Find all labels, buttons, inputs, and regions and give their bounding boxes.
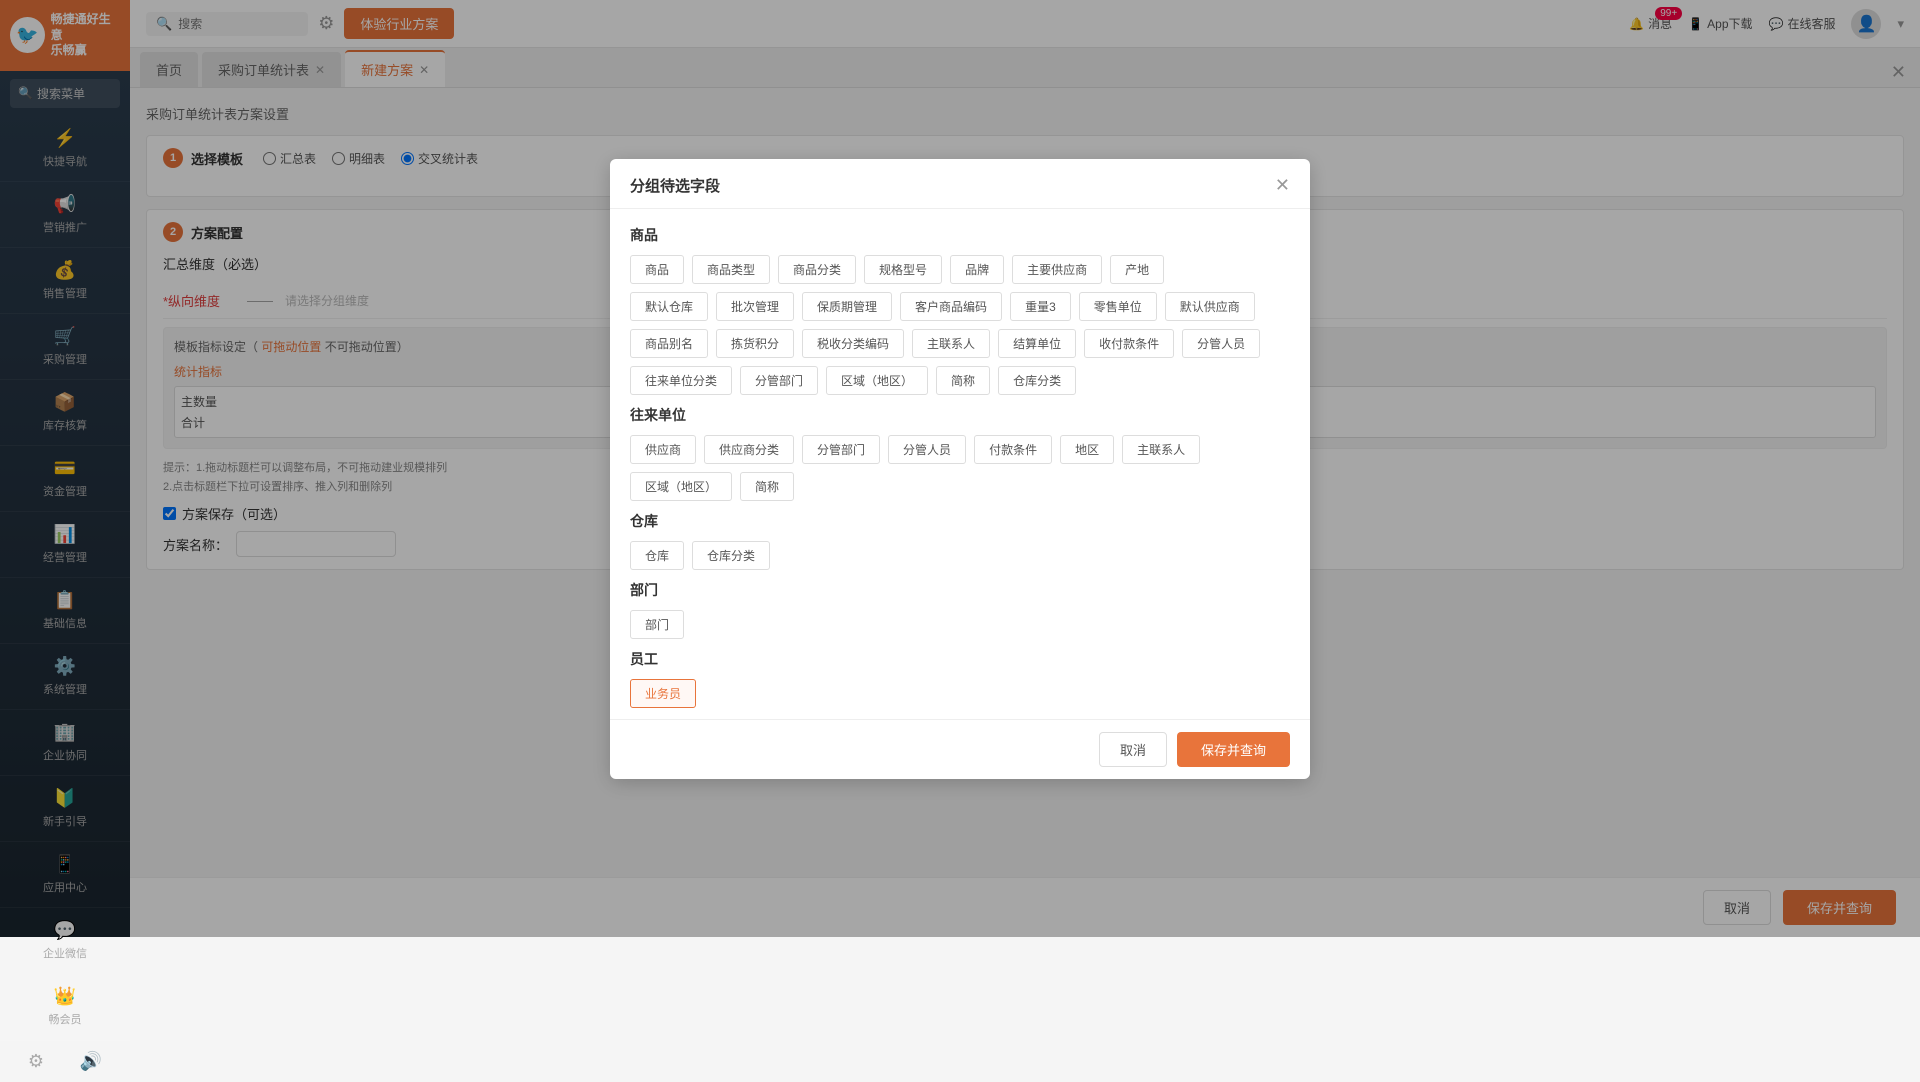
modal-dialog: 分组待选字段 ✕ 商品 商品 商品类型 商品分类 规格型号 品牌 主要供应商 产… — [610, 159, 1310, 779]
members-icon: 👑 — [54, 986, 76, 1007]
field-tag[interactable]: 仓库 — [630, 541, 684, 570]
field-tag[interactable]: 部门 — [630, 610, 684, 639]
field-tag[interactable]: 规格型号 — [864, 255, 942, 284]
field-tag[interactable]: 拣货积分 — [716, 329, 794, 358]
section-title-warehouse: 仓库 — [630, 511, 1290, 531]
field-tag[interactable]: 分管人员 — [1182, 329, 1260, 358]
field-tag[interactable]: 往来单位分类 — [630, 366, 732, 395]
field-tag[interactable]: 重量3 — [1010, 292, 1071, 321]
field-tags-product: 商品 商品类型 商品分类 规格型号 品牌 主要供应商 产地 — [630, 255, 1290, 284]
field-tag[interactable]: 供应商分类 — [704, 435, 794, 464]
footer-settings-icon[interactable]: ⚙ — [28, 1051, 44, 1072]
field-tag[interactable]: 零售单位 — [1079, 292, 1157, 321]
field-tag[interactable]: 商品类型 — [692, 255, 770, 284]
field-tag[interactable]: 商品分类 — [778, 255, 856, 284]
field-tag[interactable]: 商品别名 — [630, 329, 708, 358]
field-tag[interactable]: 分管部门 — [740, 366, 818, 395]
field-tag[interactable]: 仓库分类 — [998, 366, 1076, 395]
field-tags-warehouse: 仓库 仓库分类 — [630, 541, 1290, 570]
field-tags-product-2: 默认仓库 批次管理 保质期管理 客户商品编码 重量3 零售单位 默认供应商 — [630, 292, 1290, 321]
field-tag-selected[interactable]: 业务员 — [630, 679, 696, 708]
modal-confirm-button[interactable]: 保存并查询 — [1177, 732, 1290, 767]
field-tag[interactable]: 地区 — [1060, 435, 1114, 464]
field-tags-product-4: 往来单位分类 分管部门 区域（地区） 简称 仓库分类 — [630, 366, 1290, 395]
field-tag[interactable]: 收付款条件 — [1084, 329, 1174, 358]
modal-title: 分组待选字段 — [630, 175, 720, 196]
section-title-department: 部门 — [630, 580, 1290, 600]
modal-overlay: 分组待选字段 ✕ 商品 商品 商品类型 商品分类 规格型号 品牌 主要供应商 产… — [0, 0, 1920, 937]
field-tag[interactable]: 产地 — [1110, 255, 1164, 284]
section-title-counterpart: 往来单位 — [630, 405, 1290, 425]
field-tag[interactable]: 客户商品编码 — [900, 292, 1002, 321]
field-tag[interactable]: 分管部门 — [802, 435, 880, 464]
field-tag[interactable]: 简称 — [936, 366, 990, 395]
modal-cancel-button[interactable]: 取消 — [1099, 732, 1167, 767]
field-tag[interactable]: 保质期管理 — [802, 292, 892, 321]
sidebar-item-members[interactable]: 👑 畅会员 — [0, 974, 130, 1040]
section-title-product: 商品 — [630, 225, 1290, 245]
field-tags-counterpart: 供应商 供应商分类 分管部门 分管人员 付款条件 地区 主联系人 — [630, 435, 1290, 464]
modal-header: 分组待选字段 ✕ — [610, 159, 1310, 209]
section-title-employee: 员工 — [630, 649, 1290, 669]
field-tag[interactable]: 批次管理 — [716, 292, 794, 321]
modal-close-button[interactable]: ✕ — [1275, 176, 1290, 194]
field-tag[interactable]: 主联系人 — [912, 329, 990, 358]
field-tag[interactable]: 税收分类编码 — [802, 329, 904, 358]
sidebar-footer: ⚙ 🔊 — [0, 1040, 130, 1082]
field-tags-product-3: 商品别名 拣货积分 税收分类编码 主联系人 结算单位 收付款条件 分管人员 — [630, 329, 1290, 358]
field-tag[interactable]: 分管人员 — [888, 435, 966, 464]
field-tag[interactable]: 默认仓库 — [630, 292, 708, 321]
field-tag[interactable]: 商品 — [630, 255, 684, 284]
field-tag[interactable]: 主联系人 — [1122, 435, 1200, 464]
field-tag[interactable]: 付款条件 — [974, 435, 1052, 464]
modal-footer: 取消 保存并查询 — [610, 719, 1310, 779]
field-tag[interactable]: 主要供应商 — [1012, 255, 1102, 284]
modal-body: 商品 商品 商品类型 商品分类 规格型号 品牌 主要供应商 产地 默认仓库 批次… — [610, 209, 1310, 719]
field-tag[interactable]: 区域（地区） — [826, 366, 928, 395]
field-tag[interactable]: 区域（地区） — [630, 472, 732, 501]
field-tags-counterpart-2: 区域（地区） 简称 — [630, 472, 1290, 501]
footer-audio-icon[interactable]: 🔊 — [80, 1051, 102, 1072]
field-tag[interactable]: 结算单位 — [998, 329, 1076, 358]
field-tag[interactable]: 默认供应商 — [1165, 292, 1255, 321]
field-tags-department: 部门 — [630, 610, 1290, 639]
field-tag[interactable]: 品牌 — [950, 255, 1004, 284]
field-tags-employee: 业务员 — [630, 679, 1290, 708]
field-tag[interactable]: 供应商 — [630, 435, 696, 464]
field-tag[interactable]: 仓库分类 — [692, 541, 770, 570]
field-tag[interactable]: 简称 — [740, 472, 794, 501]
